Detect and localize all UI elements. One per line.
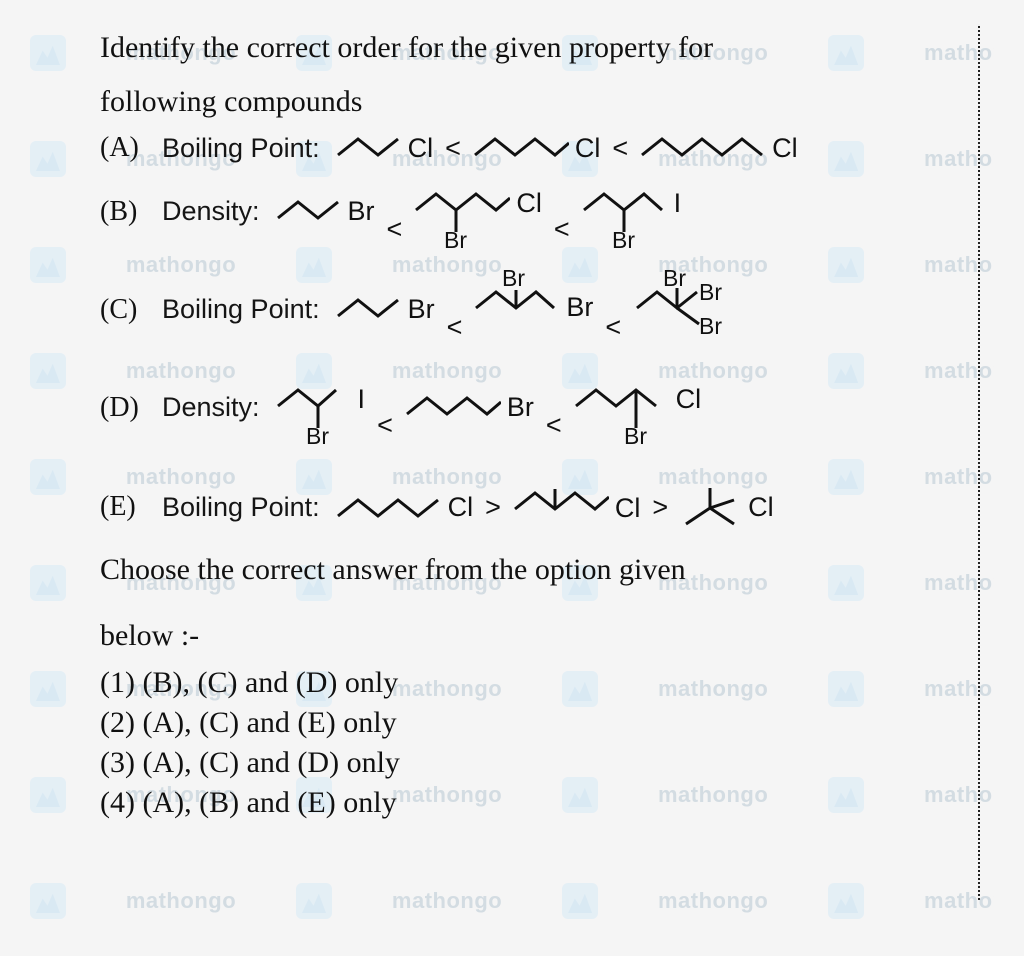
question-page: Identify the correct order for the given… (0, 0, 1024, 846)
statement-a: (A) Boiling Point: Cl < Cl < Cl (100, 132, 968, 164)
molecule-icon: Br Br Br (633, 268, 743, 346)
comparison-op: < (375, 384, 395, 441)
molecule-icon: Br I (276, 366, 366, 446)
molecule-icon: Br I (582, 170, 682, 248)
statement-letter: (C) (100, 268, 152, 326)
choose-line2: below :- (100, 612, 968, 660)
atom-label: Br (699, 279, 722, 305)
property-label: Density: (162, 366, 260, 423)
comparison-op: < (552, 188, 572, 245)
choose-line1: Choose the correct answer from the optio… (100, 546, 968, 594)
option-number: (2) (100, 706, 135, 739)
comparison-op: < (445, 286, 465, 343)
property-label: Boiling Point: (162, 268, 320, 325)
comparison-op: > (650, 492, 670, 523)
atom-label: Cl (772, 133, 798, 164)
molecule-icon: Br (276, 170, 375, 227)
atom-label: Br (348, 196, 375, 227)
molecule-icon: Cl (336, 133, 434, 164)
statement-letter: (D) (100, 366, 152, 424)
molecule-icon: Cl (680, 486, 774, 528)
option-number: (3) (100, 746, 135, 779)
option-text: (B), (C) and (D) only (142, 666, 398, 699)
atom-label: Cl (615, 487, 641, 524)
atom-label: Cl (575, 133, 601, 164)
question-stem-line1: Identify the correct order for the given… (100, 24, 968, 72)
option-number: (1) (100, 666, 135, 699)
statement-e: (E) Boiling Point: Cl > Cl > Cl (100, 486, 968, 528)
comparison-op: > (483, 492, 503, 523)
option-2[interactable]: (2) (A), (C) and (E) only (100, 706, 968, 740)
option-1[interactable]: (1) (B), (C) and (D) only (100, 666, 968, 700)
option-text: (A), (C) and (D) only (142, 746, 399, 779)
atom-label: Cl (516, 188, 542, 219)
property-label: Density: (162, 170, 260, 227)
molecule-icon: Cl (336, 492, 474, 523)
comparison-op: < (385, 188, 405, 245)
atom-label: Br (444, 227, 467, 248)
option-4[interactable]: (4) (A), (B) and (E) only (100, 786, 968, 820)
molecule-icon: Br Br (474, 268, 593, 328)
property-label: Boiling Point: (162, 133, 320, 164)
molecule-icon: Cl (513, 487, 641, 527)
property-label: Boiling Point: (162, 492, 320, 523)
atom-label: I (674, 188, 682, 219)
atom-label: Cl (448, 492, 474, 523)
option-text: (A), (B) and (E) only (142, 786, 396, 819)
atom-label: Br (663, 268, 686, 291)
statement-b: (B) Density: Br < Br Cl < Br I (100, 170, 968, 262)
atom-label: Br (306, 423, 329, 446)
molecule-icon: Cl (473, 133, 601, 164)
option-3[interactable]: (3) (A), (C) and (D) only (100, 746, 968, 780)
atom-label: I (358, 384, 366, 415)
atom-label: Cl (408, 133, 434, 164)
statement-d: (D) Density: Br I < Br < B (100, 366, 968, 458)
atom-label: Br (699, 313, 722, 339)
atom-label: Br (566, 268, 593, 323)
atom-label: Br (612, 227, 635, 248)
atom-label: Br (624, 423, 647, 446)
comparison-op: < (443, 133, 463, 164)
comparison-op: < (603, 286, 623, 343)
statement-letter: (B) (100, 170, 152, 228)
molecule-icon: Br Cl (414, 170, 542, 248)
atom-label: Br (408, 294, 435, 325)
molecule-icon: Br (336, 268, 435, 325)
molecule-icon: Br (405, 366, 534, 423)
option-number: (4) (100, 786, 135, 819)
question-stem-line2: following compounds (100, 78, 968, 126)
comparison-op: < (610, 133, 630, 164)
atom-label: Br (502, 268, 525, 291)
comparison-op: < (544, 384, 564, 441)
statement-letter: (E) (100, 491, 152, 523)
atom-label: Cl (748, 486, 774, 523)
statement-letter: (A) (100, 132, 152, 164)
vertical-divider (978, 26, 980, 900)
atom-label: Br (507, 392, 534, 423)
molecule-icon: Br Cl (574, 366, 702, 446)
option-text: (A), (C) and (E) only (142, 706, 396, 739)
statement-c: (C) Boiling Point: Br < Br Br < Br Br Br (100, 268, 968, 360)
molecule-icon: Cl (640, 133, 798, 164)
atom-label: Cl (676, 384, 702, 415)
